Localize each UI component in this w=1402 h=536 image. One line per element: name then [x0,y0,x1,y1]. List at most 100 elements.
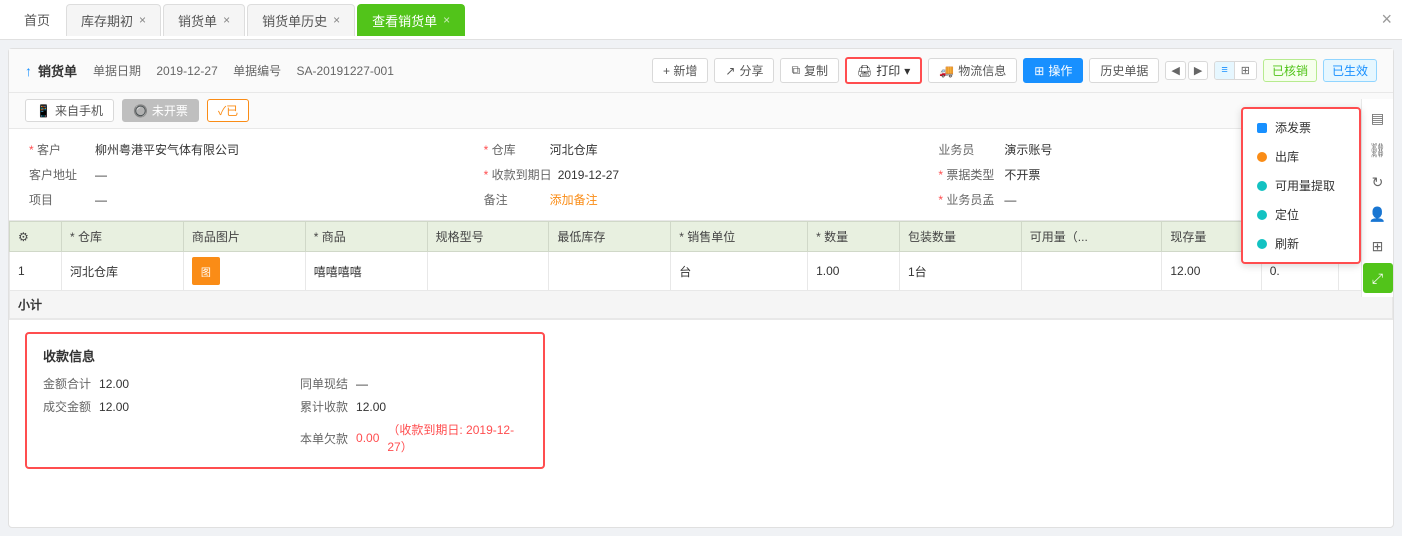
payment-date-field: 收款到期日 2019-12-27 [484,166,919,183]
sidebar-expand-icon[interactable]: ⤢ [1363,263,1393,293]
history-button[interactable]: 历史单据 [1089,58,1159,83]
form-area: 客户 柳州粤港平安气体有限公司 仓库 河北仓库 业务员 演示账号 客户地址 — … [9,129,1393,221]
next-record-button[interactable]: ▶ [1188,61,1208,80]
col-settings[interactable]: ⚙ [10,222,62,252]
tab-bar: 首页 库存期初 × 销货单 × 销货单历史 × 查看销货单 × × [0,0,1402,40]
refresh-label: 刷新 [1275,235,1299,252]
tab-sales-history[interactable]: 销货单历史 × [247,4,355,36]
row-min-stock [549,252,671,291]
refresh-icon [1257,239,1267,249]
cumulative-value: 12.00 [356,400,386,414]
add-invoice-label: 添发票 [1275,119,1311,136]
address-value: — [95,168,107,182]
dropdown-item-available-qty[interactable]: 可用量提取 [1243,171,1359,200]
subtotal-row: 小计 [10,291,1393,319]
from-phone-button[interactable]: 📱 来自手机 [25,99,114,122]
data-table-wrap: ⚙ * 仓库 商品图片 * 商品 规格型号 最低库存 * 销售单位 * 数量 包… [9,221,1393,320]
staff-label: 业务员 [938,141,998,158]
cumulative-row: 累计收款 12.00 [300,398,527,415]
payment-date-label: 收款到期日 [484,166,552,183]
customer-label: 客户 [29,141,89,158]
due-note: （收款到期日: 2019-12-27） [387,421,527,455]
operate-dropdown-menu: 添发票 出库 可用量提取 定位 刷新 [1241,107,1361,264]
phone-icon: 📱 [36,104,51,118]
row-quantity: 1.00 [808,252,900,291]
sidebar-link-icon[interactable]: ⛓ [1363,135,1393,165]
table-header-row: ⚙ * 仓库 商品图片 * 商品 规格型号 最低库存 * 销售单位 * 数量 包… [10,222,1393,252]
row-pack-qty: 1台 [899,252,1021,291]
grid-view-button[interactable]: ⊞ [1235,62,1256,79]
add-note-button[interactable]: 添加备注 [550,191,598,208]
view-toggle: ≡ ⊞ [1214,61,1257,80]
warehouse-label: 仓库 [484,141,544,158]
doc-type-icon: ↑ [25,63,32,79]
tab-view-sales[interactable]: 查看销货单 × [357,4,465,36]
copy-button[interactable]: ⧉ 复制 [780,58,839,83]
number-value: SA-20191227-001 [296,64,393,78]
close-tab-history[interactable]: × [333,13,340,27]
sidebar-user-icon[interactable]: 👤 [1363,199,1393,229]
confirm-button[interactable]: ✓已 [207,99,249,122]
staff2-value: — [1004,193,1016,207]
payment-date-value: 2019-12-27 [558,168,619,182]
note-field: 备注 添加备注 [484,191,919,208]
dropdown-item-locate[interactable]: 定位 [1243,200,1359,229]
payment-info-title: 收款信息 [43,346,527,365]
operate-button[interactable]: ⊞ 操作 [1023,58,1083,83]
same-order-value: — [356,377,368,391]
dropdown-item-add-invoice[interactable]: 添发票 [1243,113,1359,142]
close-tab-view[interactable]: × [443,13,450,27]
subtotal-label: 小计 [10,291,1393,319]
document-title: ↑ 销货单 [25,61,77,80]
amount-total-row: 金额合计 12.00 [43,375,270,392]
sidebar-rotate-icon[interactable]: ↻ [1363,167,1393,197]
prev-record-button[interactable]: ◀ [1165,61,1185,80]
table-row: 1 河北仓库 图 嘻嘻嘻嘻 台 1.00 1台 12.00 0. [10,252,1393,291]
product-image: 图 [192,257,220,285]
tab-inventory-init[interactable]: 库存期初 × [66,4,161,36]
payment-grid: 金额合计 12.00 同单现结 — 成交金额 12.00 累计收款 12.00 … [43,375,527,455]
row-index: 1 [10,252,62,291]
add-invoice-icon [1257,123,1267,133]
not-open-button[interactable]: 🔘 未开票 [122,99,199,122]
date-value: 2019-12-27 [156,64,217,78]
print-dropdown-arrow[interactable]: ▾ [904,64,910,78]
row-unit: 台 [671,252,808,291]
print-icon: 🖨 [857,64,872,78]
logistics-button[interactable]: 🚚 物流信息 [928,58,1017,83]
new-button[interactable]: + 新增 [652,58,708,83]
close-tab-sales[interactable]: × [223,13,230,27]
ticket-icon: 🔘 [133,104,148,118]
project-field: 项目 — [29,191,464,208]
note-label: 备注 [484,191,544,208]
transaction-label: 成交金额 [43,398,91,415]
list-view-button[interactable]: ≡ [1215,62,1234,79]
share-icon: ↗ [725,64,735,78]
due-value: 0.00 [356,431,379,445]
print-button[interactable]: 🖨 打印 ▾ [845,57,922,84]
amount-total-value: 12.00 [99,377,129,391]
window-close-button[interactable]: × [1381,9,1392,30]
col-available: 可用量（... [1021,222,1162,252]
available-qty-label: 可用量提取 [1275,177,1335,194]
cumulative-label: 累计收款 [300,398,348,415]
row-product-img: 图 [183,252,305,291]
sidebar-detail-icon[interactable]: ▤ [1363,103,1393,133]
address-label: 客户地址 [29,166,89,183]
tab-sales-order[interactable]: 销货单 × [163,4,245,36]
dropdown-item-refresh[interactable]: 刷新 [1243,229,1359,258]
ticket-type-label: 票据类型 [938,166,998,183]
sidebar-grid-icon[interactable]: ⊞ [1363,231,1393,261]
outbound-icon [1257,152,1267,162]
col-product-img: 商品图片 [183,222,305,252]
truck-icon: 🚚 [939,64,954,78]
document-meta: 单据日期 2019-12-27 单据编号 SA-20191227-001 [93,62,406,79]
document-header: ↑ 销货单 单据日期 2019-12-27 单据编号 SA-20191227-0… [9,49,1393,93]
nav-arrows: ◀ ▶ [1165,61,1208,80]
share-button[interactable]: ↗ 分享 [714,58,774,83]
close-tab-inventory[interactable]: × [139,13,146,27]
tab-home[interactable]: 首页 [10,4,64,35]
date-label: 单据日期 [93,64,141,78]
due-row: 本单欠款 0.00 （收款到期日: 2019-12-27） [300,421,527,455]
dropdown-item-outbound[interactable]: 出库 [1243,142,1359,171]
